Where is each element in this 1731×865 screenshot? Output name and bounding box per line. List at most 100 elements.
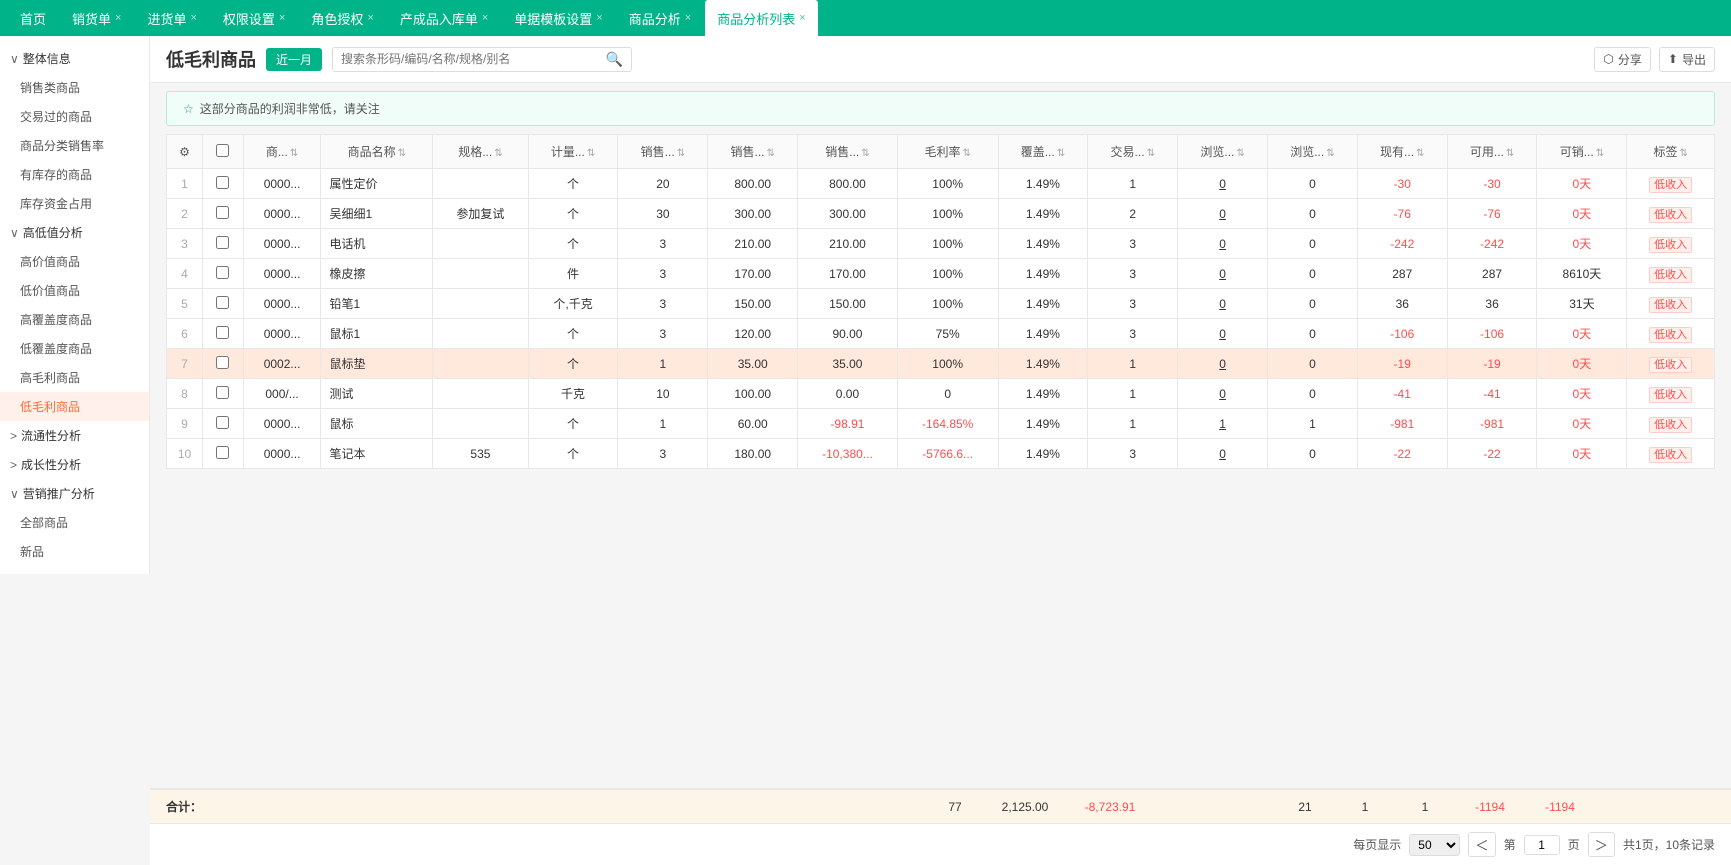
close-product-analysis-list-icon[interactable]: × — [799, 12, 805, 24]
nav-product-analysis[interactable]: 商品分析 × — [617, 0, 703, 36]
row-checkbox[interactable] — [203, 169, 244, 199]
table-header-gross-rate[interactable]: 毛利率⇅ — [897, 135, 998, 169]
row-checkbox[interactable] — [203, 409, 244, 439]
table-header-available[interactable]: 可用...⇅ — [1447, 135, 1537, 169]
row-select-checkbox[interactable] — [216, 296, 229, 309]
row-select-checkbox[interactable] — [216, 236, 229, 249]
sidebar-item-all-products[interactable]: 全部商品 — [0, 508, 149, 537]
sidebar-item-low-coverage[interactable]: 低覆盖度商品 — [0, 334, 149, 363]
nav-permission-settings[interactable]: 权限设置 × — [211, 0, 297, 36]
row-checkbox[interactable] — [203, 199, 244, 229]
table-header-tag[interactable]: 标签⇅ — [1627, 135, 1715, 169]
search-icon[interactable]: 🔍 — [606, 51, 623, 68]
row-checkbox[interactable] — [203, 379, 244, 409]
row-select-checkbox[interactable] — [216, 266, 229, 279]
table-header-unit[interactable]: 计量...⇅ — [528, 135, 618, 169]
sidebar-group-marketing[interactable]: ∨ 营销推广分析 — [0, 479, 149, 508]
table-header-spec[interactable]: 规格...⇅ — [433, 135, 528, 169]
row-select-checkbox[interactable] — [216, 326, 229, 339]
row-current-stock: -981 — [1357, 409, 1447, 439]
sidebar-item-low-margin[interactable]: 低毛利商品 — [0, 392, 149, 421]
row-select-checkbox[interactable] — [216, 446, 229, 459]
close-role-auth-icon[interactable]: × — [367, 12, 373, 24]
next-page-button[interactable]: ＞ — [1588, 832, 1615, 857]
close-template-settings-icon[interactable]: × — [596, 12, 602, 24]
nav-home[interactable]: 首页 — [8, 0, 58, 36]
nav-sales-order[interactable]: 销货单 × — [60, 0, 133, 36]
row-view1[interactable]: 0 — [1178, 199, 1268, 229]
sidebar-group-overall[interactable]: ∨ 整体信息 — [0, 44, 149, 73]
table-header-current-stock[interactable]: 现有...⇅ — [1357, 135, 1447, 169]
sidebar-item-category-sales-rate[interactable]: 商品分类销售率 — [0, 131, 149, 160]
row-checkbox[interactable] — [203, 289, 244, 319]
share-button[interactable]: ⬡ 分享 — [1594, 47, 1651, 72]
table-header-settings[interactable]: ⚙ — [167, 135, 203, 169]
table-header-code[interactable]: 商...⇅ — [243, 135, 321, 169]
close-product-analysis-icon[interactable]: × — [685, 12, 691, 24]
filter-recent-month-button[interactable]: 近一月 — [266, 48, 322, 71]
row-spec — [433, 319, 528, 349]
row-view1[interactable]: 0 — [1178, 259, 1268, 289]
row-view1[interactable]: 0 — [1178, 379, 1268, 409]
close-purchase-order-icon[interactable]: × — [190, 12, 196, 24]
row-view1[interactable]: 0 — [1178, 349, 1268, 379]
table-header-view1[interactable]: 浏览...⇅ — [1178, 135, 1268, 169]
nav-role-auth[interactable]: 角色授权 × — [299, 0, 385, 36]
nav-purchase-order[interactable]: 进货单 × — [135, 0, 208, 36]
row-gross-rate: 100% — [897, 229, 998, 259]
table-header-saleable[interactable]: 可销...⇅ — [1537, 135, 1627, 169]
table-header-coverage[interactable]: 覆盖...⇅ — [998, 135, 1088, 169]
nav-template-settings[interactable]: 单据模板设置 × — [502, 0, 614, 36]
sidebar-item-high-coverage[interactable]: 高覆盖度商品 — [0, 305, 149, 334]
table-header-name[interactable]: 商品名称⇅ — [321, 135, 433, 169]
row-checkbox[interactable] — [203, 259, 244, 289]
close-finished-goods-icon[interactable]: × — [482, 12, 488, 24]
table-header-trade[interactable]: 交易...⇅ — [1088, 135, 1178, 169]
sidebar-item-traded-products[interactable]: 交易过的商品 — [0, 102, 149, 131]
sidebar-item-new-products[interactable]: 新品 — [0, 537, 149, 566]
row-unit: 个,千克 — [528, 289, 618, 319]
nav-finished-goods[interactable]: 产成品入库单 × — [388, 0, 500, 36]
row-select-checkbox[interactable] — [216, 176, 229, 189]
close-permission-settings-icon[interactable]: × — [279, 12, 285, 24]
sidebar-item-sales-products[interactable]: 销售类商品 — [0, 73, 149, 102]
sidebar-item-in-stock-products[interactable]: 有库存的商品 — [0, 160, 149, 189]
sidebar-group-growth-analysis[interactable]: > 成长性分析 — [0, 450, 149, 479]
table-header-sales-amount[interactable]: 销售...⇅ — [708, 135, 798, 169]
row-select-checkbox[interactable] — [216, 416, 229, 429]
row-view1[interactable]: 1 — [1178, 409, 1268, 439]
sidebar-item-low-value[interactable]: 低价值商品 — [0, 276, 149, 305]
row-checkbox[interactable] — [203, 319, 244, 349]
row-checkbox[interactable] — [203, 439, 244, 469]
table-header-sales-qty[interactable]: 销售...⇅ — [618, 135, 708, 169]
sidebar-item-stock-capital[interactable]: 库存资金占用 — [0, 189, 149, 218]
row-select-checkbox[interactable] — [216, 206, 229, 219]
sidebar-group-flow-analysis[interactable]: > 流通性分析 — [0, 421, 149, 450]
row-view1[interactable]: 0 — [1178, 319, 1268, 349]
table-header-checkbox[interactable] — [203, 135, 244, 169]
sidebar-item-high-value[interactable]: 高价值商品 — [0, 247, 149, 276]
close-sales-order-icon[interactable]: × — [115, 12, 121, 24]
row-view1[interactable]: 0 — [1178, 439, 1268, 469]
per-page-select[interactable]: 50 20 100 — [1409, 834, 1460, 856]
sidebar-group-value-analysis[interactable]: ∨ 高低值分析 — [0, 218, 149, 247]
search-input[interactable] — [341, 52, 606, 66]
page-input[interactable] — [1524, 835, 1560, 855]
row-view1[interactable]: 0 — [1178, 289, 1268, 319]
export-button[interactable]: ⬆ 导出 — [1659, 47, 1715, 72]
row-checkbox[interactable] — [203, 229, 244, 259]
prev-page-button[interactable]: ＜ — [1468, 832, 1495, 857]
row-view1[interactable]: 0 — [1178, 169, 1268, 199]
nav-product-analysis-list[interactable]: 商品分析列表 × — [705, 0, 817, 36]
row-view1[interactable]: 0 — [1178, 229, 1268, 259]
row-tag: 低收入 — [1627, 379, 1715, 409]
row-code: 0000... — [243, 259, 321, 289]
row-checkbox[interactable] — [203, 349, 244, 379]
table-header-view2[interactable]: 浏览...⇅ — [1268, 135, 1358, 169]
row-saleable: 0天 — [1537, 319, 1627, 349]
row-select-checkbox[interactable] — [216, 386, 229, 399]
row-select-checkbox[interactable] — [216, 356, 229, 369]
table-header-sales-gross[interactable]: 销售...⇅ — [798, 135, 898, 169]
sidebar-item-high-margin[interactable]: 高毛利商品 — [0, 363, 149, 392]
select-all-checkbox[interactable] — [216, 144, 229, 157]
